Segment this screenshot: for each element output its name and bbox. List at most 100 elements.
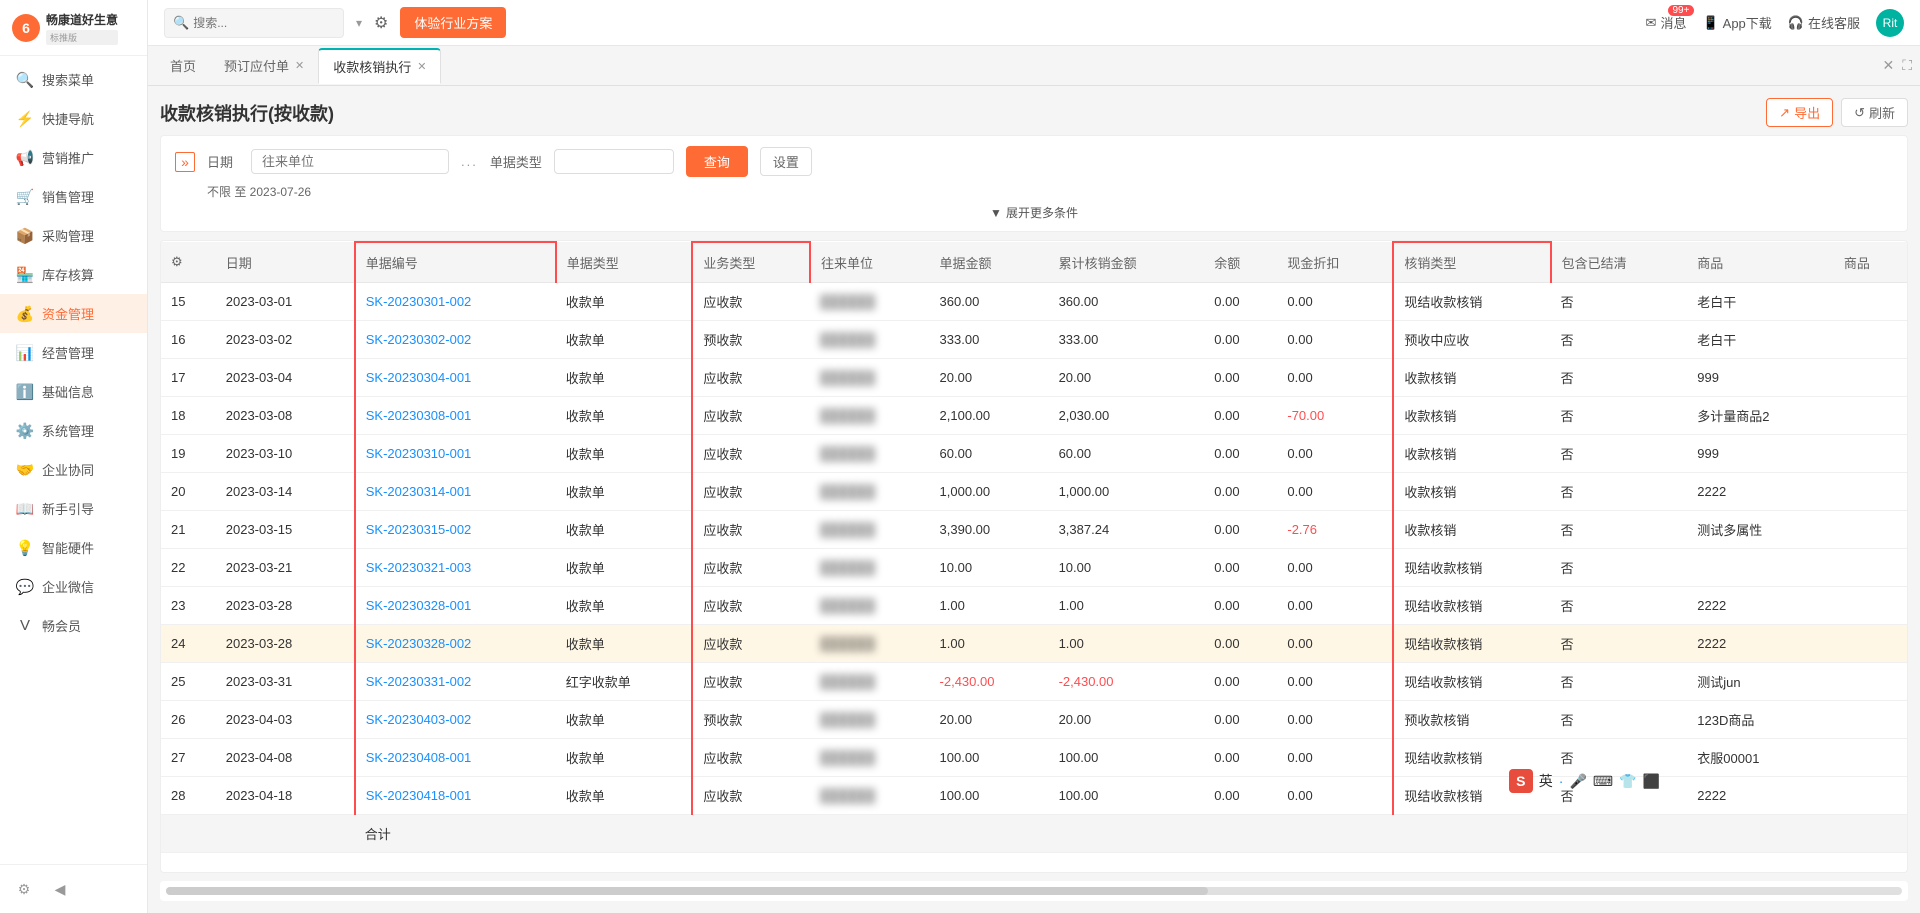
bill-link[interactable]: SK-20230328-001: [366, 598, 472, 613]
industry-btn[interactable]: 体验行业方案: [400, 7, 506, 38]
sidebar-item-enterprise[interactable]: 🤝企业协同: [0, 450, 147, 489]
row-bill-no[interactable]: SK-20230314-001: [355, 473, 556, 511]
sidebar-item-hardware[interactable]: 💡智能硬件: [0, 528, 147, 567]
bill-link[interactable]: SK-20230301-002: [366, 294, 472, 309]
row-date: 2023-03-08: [216, 397, 355, 435]
row-date: 2023-03-04: [216, 359, 355, 397]
bill-link[interactable]: SK-20230304-001: [366, 370, 472, 385]
table-gear-col[interactable]: ⚙: [161, 242, 216, 283]
refresh-icon: ↺: [1854, 105, 1865, 121]
close-tab-icon[interactable]: ✕: [1882, 57, 1894, 74]
row-bill-no[interactable]: SK-20230331-002: [355, 663, 556, 701]
bill-type-label: 单据类型: [490, 152, 542, 171]
avatar[interactable]: Rit: [1876, 9, 1904, 37]
bill-link[interactable]: SK-20230331-002: [366, 674, 472, 689]
bill-link[interactable]: SK-20230310-001: [366, 446, 472, 461]
sidebar-item-basic[interactable]: ℹ️基础信息: [0, 372, 147, 411]
filter-settings-btn[interactable]: 设置: [760, 147, 812, 176]
bill-link[interactable]: SK-20230302-002: [366, 332, 472, 347]
col-header-4: 往来单位: [810, 242, 930, 283]
row-biz-type: 应收款: [692, 739, 810, 777]
messages-btn[interactable]: ✉ 消息 99+: [1646, 13, 1687, 32]
tab-home[interactable]: 首页: [156, 48, 210, 84]
row-bill-no[interactable]: SK-20230308-001: [355, 397, 556, 435]
table-row: 202023-03-14SK-20230314-001收款单应收款██████1…: [161, 473, 1907, 511]
chevron-down-icon[interactable]: ▾: [356, 16, 362, 30]
row-no: 15: [161, 283, 216, 321]
row-biz-type: 应收款: [692, 511, 810, 549]
sidebar-item-purchase[interactable]: 📦采购管理: [0, 216, 147, 255]
logo: 6 畅康道好生意 标推版: [0, 0, 147, 56]
export-icon: ↗: [1779, 105, 1790, 121]
row-date: 2023-03-31: [216, 663, 355, 701]
row-discount: 0.00: [1277, 359, 1393, 397]
row-date: 2023-03-14: [216, 473, 355, 511]
collapse-icon[interactable]: ◀: [46, 875, 74, 903]
sidebar-item-finance[interactable]: 💰资金管理: [0, 294, 147, 333]
tab-close-prepay[interactable]: ✕: [295, 59, 304, 72]
bill-link[interactable]: SK-20230308-001: [366, 408, 472, 423]
row-biz-type: 应收款: [692, 397, 810, 435]
app-download-btn[interactable]: 📱 App下载: [1702, 13, 1771, 32]
row-bill-no[interactable]: SK-20230321-003: [355, 549, 556, 587]
bill-link[interactable]: SK-20230403-002: [366, 712, 472, 727]
row-bill-no[interactable]: SK-20230310-001: [355, 435, 556, 473]
sidebar-item-wechat[interactable]: 💬企业微信: [0, 567, 147, 606]
settings-icon[interactable]: ⚙: [10, 875, 38, 903]
sidebar-item-guide[interactable]: 📖新手引导: [0, 489, 147, 528]
bill-link[interactable]: SK-20230418-001: [366, 788, 472, 803]
row-verify-type: 收款核销: [1393, 511, 1550, 549]
finance-icon: 💰: [16, 305, 34, 323]
tab-prepay[interactable]: 预订应付单✕: [210, 48, 318, 84]
sidebar-item-inventory[interactable]: 🏪库存核算: [0, 255, 147, 294]
row-unit: ██████: [810, 397, 930, 435]
row-bill-no[interactable]: SK-20230403-002: [355, 701, 556, 739]
sidebar-item-marketing[interactable]: 📢营销推广: [0, 138, 147, 177]
bill-type-select[interactable]: [554, 149, 674, 174]
bill-link[interactable]: SK-20230315-002: [366, 522, 472, 537]
sidebar-item-business[interactable]: 📊经营管理: [0, 333, 147, 372]
sidebar-label-wechat: 企业微信: [42, 577, 94, 596]
row-bill-no[interactable]: SK-20230315-002: [355, 511, 556, 549]
bill-link[interactable]: SK-20230321-003: [366, 560, 472, 575]
sidebar-item-quick[interactable]: ⚡快捷导航: [0, 99, 147, 138]
online-service-btn[interactable]: 🎧 在线客服: [1788, 13, 1860, 32]
row-no: 28: [161, 777, 216, 815]
row-total: 1.00: [1049, 625, 1205, 663]
row-bill-no[interactable]: SK-20230408-001: [355, 739, 556, 777]
row-bill-no[interactable]: SK-20230328-001: [355, 587, 556, 625]
gear-icon[interactable]: ⚙: [374, 13, 388, 33]
unit-input[interactable]: [251, 149, 449, 174]
query-btn[interactable]: 查询: [686, 146, 748, 177]
search-box[interactable]: 🔍: [164, 8, 344, 38]
sidebar-item-sales[interactable]: 🛒销售管理: [0, 177, 147, 216]
bill-link[interactable]: SK-20230408-001: [366, 750, 472, 765]
row-bill-no[interactable]: SK-20230418-001: [355, 777, 556, 815]
gear-table-icon[interactable]: ⚙: [171, 254, 183, 269]
filter-toggle-btn[interactable]: »: [175, 152, 195, 172]
tab-collection[interactable]: 收款核销执行✕: [318, 48, 441, 84]
refresh-btn[interactable]: ↺ 刷新: [1841, 98, 1908, 127]
tab-close-collection[interactable]: ✕: [417, 60, 426, 73]
maximize-icon[interactable]: ⛶: [1902, 57, 1912, 74]
bill-link[interactable]: SK-20230314-001: [366, 484, 472, 499]
row-bill-no[interactable]: SK-20230302-002: [355, 321, 556, 359]
row-included: 否: [1551, 549, 1688, 587]
export-btn[interactable]: ↗ 导出: [1766, 98, 1833, 127]
row-bill-no[interactable]: SK-20230301-002: [355, 283, 556, 321]
sidebar-item-member[interactable]: V畅会员: [0, 606, 147, 645]
row-balance: 0.00: [1204, 701, 1277, 739]
sidebar-item-system[interactable]: ⚙️系统管理: [0, 411, 147, 450]
row-balance: 0.00: [1204, 435, 1277, 473]
expand-more-btn[interactable]: ▼ 展开更多条件: [990, 204, 1078, 221]
search-input[interactable]: [193, 16, 335, 30]
table-row: 252023-03-31SK-20230331-002红字收款单应收款█████…: [161, 663, 1907, 701]
row-unit: ██████: [810, 777, 930, 815]
row-bill-no[interactable]: SK-20230304-001: [355, 359, 556, 397]
sidebar-label-inventory: 库存核算: [42, 265, 94, 284]
row-discount: 0.00: [1277, 283, 1393, 321]
bill-link[interactable]: SK-20230328-002: [366, 636, 472, 651]
search-icon: 🔍: [173, 15, 189, 31]
row-bill-no[interactable]: SK-20230328-002: [355, 625, 556, 663]
sidebar-item-search[interactable]: 🔍搜索菜单: [0, 60, 147, 99]
